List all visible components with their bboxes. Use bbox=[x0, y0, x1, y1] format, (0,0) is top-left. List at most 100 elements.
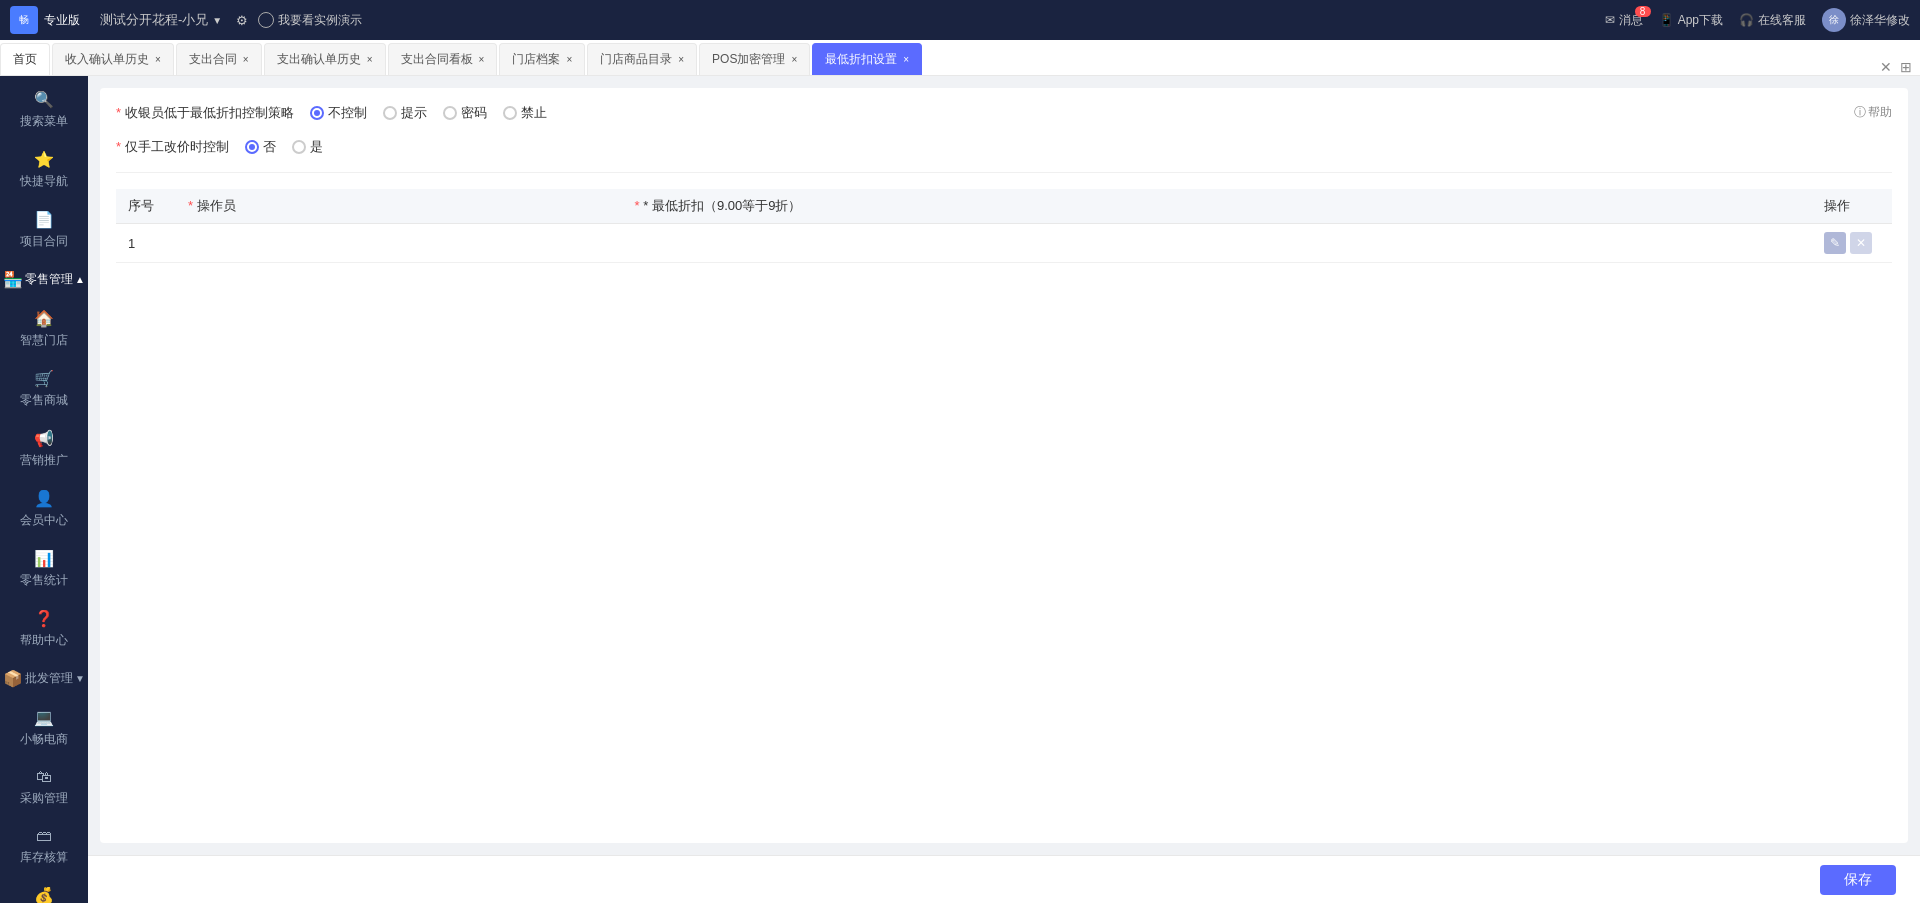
tab-payment-contract-board-close[interactable]: × bbox=[479, 54, 485, 65]
data-table: 序号 操作员 * 最低折扣（9.00等于9折） 操作 1 bbox=[116, 189, 1892, 263]
radio-no-control[interactable]: 不控制 bbox=[310, 104, 367, 122]
fund-management-icon: 💰 bbox=[34, 886, 54, 903]
marketing-icon: 📢 bbox=[34, 429, 54, 448]
form-section: 收银员低于最低折扣控制策略 不控制 提示 密码 bbox=[116, 104, 1892, 173]
sidebar-item-inventory-calc-label: 库存核算 bbox=[20, 849, 68, 866]
user-profile[interactable]: 徐 徐泽华修改 bbox=[1822, 8, 1910, 32]
sidebar-item-marketing-label: 营销推广 bbox=[20, 452, 68, 469]
sidebar-item-purchase-management[interactable]: 🛍 采购管理 bbox=[0, 758, 88, 817]
sidebar-item-batch-management-label: 批发管理 bbox=[25, 670, 73, 687]
table-header: 序号 操作员 * 最低折扣（9.00等于9折） 操作 bbox=[116, 189, 1892, 224]
radio-forbid-circle bbox=[503, 106, 517, 120]
sidebar-item-batch-management[interactable]: 📦 批发管理 ▼ bbox=[0, 659, 88, 698]
tab-payment-confirm-history[interactable]: 支出确认单历史 × bbox=[264, 43, 386, 75]
tabbar-actions: ✕ ⊞ bbox=[1880, 59, 1920, 75]
tab-income-confirm-history-close[interactable]: × bbox=[155, 54, 161, 65]
tab-min-discount-setting-label: 最低折扣设置 bbox=[825, 51, 897, 68]
tab-pos-password-management-label: POS加密管理 bbox=[712, 51, 785, 68]
sidebar-item-member-center[interactable]: 👤 会员中心 bbox=[0, 479, 88, 539]
sidebar-item-small-ecommerce[interactable]: 💻 小畅电商 bbox=[0, 698, 88, 758]
demo-link[interactable]: 我要看实例演示 bbox=[258, 12, 362, 29]
radio-password-circle bbox=[443, 106, 457, 120]
sidebar-item-retail-stats[interactable]: 📊 零售统计 bbox=[0, 539, 88, 599]
user-name: 徐泽华修改 bbox=[1850, 12, 1910, 29]
col-header-seq: 序号 bbox=[116, 189, 176, 224]
tab-payment-contract-board-label: 支出合同看板 bbox=[401, 51, 473, 68]
sidebar-item-inventory-calc[interactable]: 🗃 库存核算 bbox=[0, 817, 88, 876]
app-download-label: App下载 bbox=[1678, 12, 1723, 29]
tab-pos-password-management[interactable]: POS加密管理 × bbox=[699, 43, 810, 75]
radio-yes-label: 是 bbox=[310, 138, 323, 156]
topbar: 畅 专业版 测试分开花程-小兄 ▼ ⚙ 我要看实例演示 ✉ 消息 8 📱 App… bbox=[0, 0, 1920, 40]
sidebar-item-smart-store-label: 智慧门店 bbox=[20, 332, 68, 349]
field2-radio-group: 否 是 bbox=[245, 138, 323, 156]
tab-pos-password-management-close[interactable]: × bbox=[791, 54, 797, 65]
sidebar-item-quick-nav[interactable]: ⭐ 快捷导航 bbox=[0, 140, 88, 200]
messages-btn[interactable]: ✉ 消息 8 bbox=[1605, 12, 1643, 29]
radio-forbid[interactable]: 禁止 bbox=[503, 104, 547, 122]
app-download-btn[interactable]: 📱 App下载 bbox=[1659, 12, 1723, 29]
main-layout: 🔍 搜索菜单 ⭐ 快捷导航 📄 项目合同 🏪 零售管理 ▲ 🏠 智慧门店 🛒 零… bbox=[0, 76, 1920, 903]
expand-tabs-icon[interactable]: ⊞ bbox=[1900, 59, 1912, 75]
search-menu-icon: 🔍 bbox=[34, 90, 54, 109]
edit-button[interactable]: ✎ bbox=[1824, 232, 1846, 254]
tabbar: 首页 收入确认单历史 × 支出合同 × 支出确认单历史 × 支出合同看板 × 门… bbox=[0, 40, 1920, 76]
field1-radio-group: 不控制 提示 密码 禁止 bbox=[310, 104, 547, 122]
sidebar-item-help-center[interactable]: ❓ 帮助中心 bbox=[0, 599, 88, 659]
radio-password[interactable]: 密码 bbox=[443, 104, 487, 122]
tab-payment-contract-close[interactable]: × bbox=[243, 54, 249, 65]
row-action: ✎ ✕ bbox=[1812, 224, 1892, 263]
logo-icon: 畅 bbox=[10, 6, 38, 34]
tab-home[interactable]: 首页 bbox=[0, 43, 50, 75]
tab-store-archive-close[interactable]: × bbox=[566, 54, 572, 65]
project-selector[interactable]: 测试分开花程-小兄 ▼ bbox=[100, 11, 222, 29]
phone-icon: 📱 bbox=[1659, 13, 1674, 27]
tab-min-discount-setting-close[interactable]: × bbox=[903, 54, 909, 65]
sidebar-item-fund-management[interactable]: 💰 资金管理 bbox=[0, 876, 88, 903]
sidebar-item-retail-mall[interactable]: 🛒 零售商城 bbox=[0, 359, 88, 419]
delete-button[interactable]: ✕ bbox=[1850, 232, 1872, 254]
headset-icon: 🎧 bbox=[1739, 13, 1754, 27]
tab-store-product-catalog-close[interactable]: × bbox=[678, 54, 684, 65]
tab-payment-contract[interactable]: 支出合同 × bbox=[176, 43, 262, 75]
sidebar-item-member-center-label: 会员中心 bbox=[20, 512, 68, 529]
topbar-settings-icon[interactable]: ⚙ bbox=[236, 13, 248, 28]
radio-yes-circle bbox=[292, 140, 306, 154]
close-tab-icon[interactable]: ✕ bbox=[1880, 59, 1892, 75]
tab-income-confirm-history[interactable]: 收入确认单历史 × bbox=[52, 43, 174, 75]
sidebar-item-search-menu-label: 搜索菜单 bbox=[20, 113, 68, 130]
tab-store-product-catalog[interactable]: 门店商品目录 × bbox=[587, 43, 697, 75]
col-header-min-discount: * 最低折扣（9.00等于9折） bbox=[623, 189, 1812, 224]
sidebar-item-marketing[interactable]: 📢 营销推广 bbox=[0, 419, 88, 479]
action-buttons: ✎ ✕ bbox=[1824, 232, 1880, 254]
radio-password-label: 密码 bbox=[461, 104, 487, 122]
topbar-right: ✉ 消息 8 📱 App下载 🎧 在线客服 徐 徐泽华修改 bbox=[1605, 8, 1910, 32]
sidebar-item-smart-store[interactable]: 🏠 智慧门店 bbox=[0, 299, 88, 359]
radio-no[interactable]: 否 bbox=[245, 138, 276, 156]
online-service-btn[interactable]: 🎧 在线客服 bbox=[1739, 12, 1806, 29]
table-body: 1 ✎ ✕ bbox=[116, 224, 1892, 263]
footer-bar: 保存 bbox=[88, 855, 1920, 903]
tab-store-archive[interactable]: 门店档案 × bbox=[499, 43, 585, 75]
sidebar-item-retail-management[interactable]: 🏪 零售管理 ▲ bbox=[0, 260, 88, 299]
tab-payment-contract-board[interactable]: 支出合同看板 × bbox=[388, 43, 498, 75]
tab-income-confirm-history-label: 收入确认单历史 bbox=[65, 51, 149, 68]
form-row-1: 收银员低于最低折扣控制策略 不控制 提示 密码 bbox=[116, 104, 1892, 122]
tab-min-discount-setting[interactable]: 最低折扣设置 × bbox=[812, 43, 922, 75]
help-button[interactable]: ⓘ 帮助 bbox=[1854, 104, 1892, 121]
save-button[interactable]: 保存 bbox=[1820, 865, 1896, 895]
smart-store-icon: 🏠 bbox=[34, 309, 54, 328]
radio-yes[interactable]: 是 bbox=[292, 138, 323, 156]
batch-management-arrow: ▼ bbox=[75, 673, 85, 684]
quick-nav-icon: ⭐ bbox=[34, 150, 54, 169]
messages-badge: 8 bbox=[1635, 6, 1651, 17]
tab-payment-confirm-history-close[interactable]: × bbox=[367, 54, 373, 65]
sidebar-item-project-contract[interactable]: 📄 项目合同 bbox=[0, 200, 88, 260]
project-contract-icon: 📄 bbox=[34, 210, 54, 229]
radio-prompt[interactable]: 提示 bbox=[383, 104, 427, 122]
radio-no-circle bbox=[245, 140, 259, 154]
logo: 畅 专业版 bbox=[10, 6, 90, 34]
sidebar-item-search-menu[interactable]: 🔍 搜索菜单 bbox=[0, 80, 88, 140]
retail-stats-icon: 📊 bbox=[34, 549, 54, 568]
help-circle-icon: ⓘ bbox=[1854, 104, 1866, 121]
